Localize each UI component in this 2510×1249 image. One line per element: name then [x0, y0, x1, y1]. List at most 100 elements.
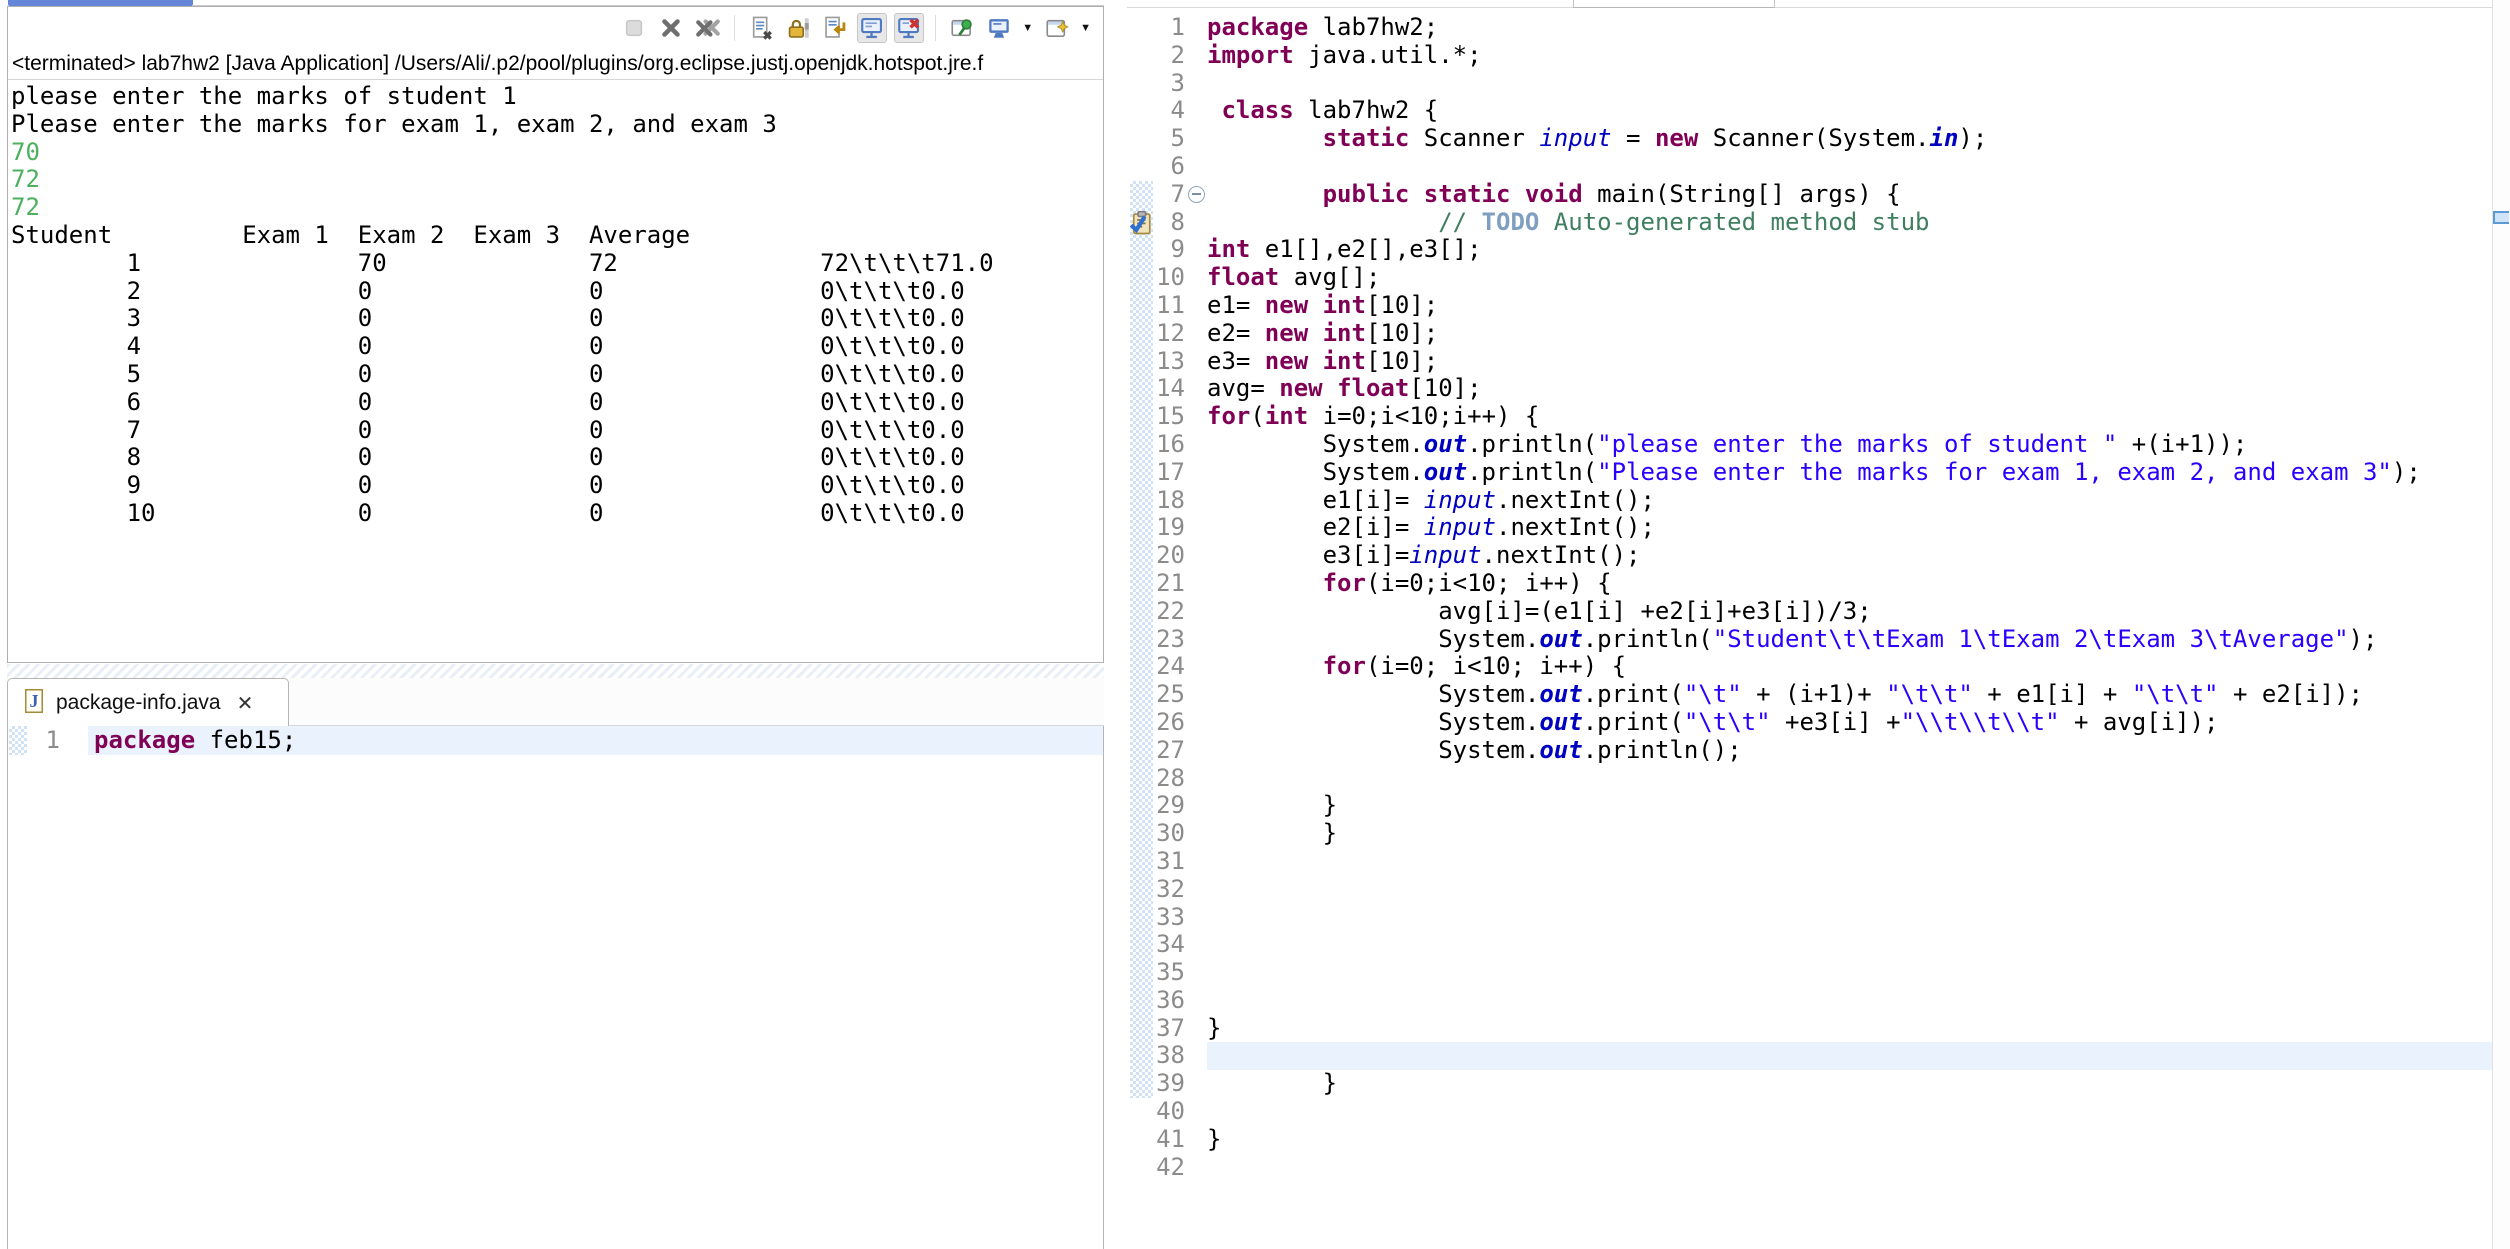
code-text[interactable]: [1207, 70, 2492, 98]
code-text[interactable]: for(i=0; i<10; i++) {: [1207, 653, 2492, 681]
code-text[interactable]: package lab7hw2;: [1207, 14, 2492, 42]
line-number[interactable]: 39: [1153, 1070, 1185, 1098]
code-text[interactable]: import java.util.*;: [1207, 42, 2492, 70]
code-line[interactable]: 28: [1153, 765, 2492, 793]
line-number[interactable]: 4: [1153, 97, 1185, 125]
code-line[interactable]: 16 System.out.println("please enter the …: [1153, 431, 2492, 459]
code-line[interactable]: 22 avg[i]=(e1[i] +e2[i]+e3[i])/3;: [1153, 598, 2492, 626]
code-line[interactable]: 11e1= new int[10];: [1153, 292, 2492, 320]
line-number[interactable]: 20: [1153, 542, 1185, 570]
code-text[interactable]: avg= new float[10];: [1207, 375, 2492, 403]
line-number[interactable]: 14: [1153, 375, 1185, 403]
line-number[interactable]: 15: [1153, 403, 1185, 431]
code-line[interactable]: 35: [1153, 959, 2492, 987]
line-number[interactable]: 34: [1153, 931, 1185, 959]
code-text[interactable]: System.out.println("please enter the mar…: [1207, 431, 2492, 459]
line-number[interactable]: 8: [1153, 209, 1185, 237]
code-line[interactable]: 21 for(i=0;i<10; i++) {: [1153, 570, 2492, 598]
scroll-lock-icon[interactable]: [783, 13, 813, 43]
code-line[interactable]: 2 import java.util.*;: [1153, 42, 2492, 70]
code-text[interactable]: [1207, 959, 2492, 987]
code-line[interactable]: 42: [1153, 1154, 2492, 1182]
console-output[interactable]: please enter the marks of student 1Pleas…: [8, 80, 1103, 528]
chevron-down-icon[interactable]: ▼: [1022, 22, 1033, 34]
code-text[interactable]: e1= new int[10];: [1207, 292, 2492, 320]
horizontal-sash[interactable]: [7, 664, 1104, 678]
code-text[interactable]: [1207, 876, 2492, 904]
code-text[interactable]: // TODO Auto-generated method stub: [1207, 209, 2492, 237]
code-text[interactable]: public static void main(String[] args) {: [1207, 181, 2492, 209]
code-text[interactable]: System.out.println("Student\t\tExam 1\tE…: [1207, 626, 2492, 654]
code-line[interactable]: 20 e3[i]=input.nextInt();: [1153, 542, 2492, 570]
code-text[interactable]: e1[i]= input.nextInt();: [1207, 487, 2492, 515]
tab-package-info-java[interactable]: J package-info.java ✕: [7, 678, 289, 727]
code-line[interactable]: 15 for(int i=0;i<10;i++) {: [1153, 403, 2492, 431]
code-line[interactable]: 34: [1153, 931, 2492, 959]
remove-all-terminated-icon[interactable]: [693, 13, 723, 43]
code-text[interactable]: [1207, 1154, 2492, 1182]
code-text[interactable]: System.out.println("Please enter the mar…: [1207, 459, 2492, 487]
code-line[interactable]: 23 System.out.println("Student\t\tExam 1…: [1153, 626, 2492, 654]
code-text[interactable]: e3[i]=input.nextInt();: [1207, 542, 2492, 570]
code-line[interactable]: 3: [1153, 70, 2492, 98]
line-number[interactable]: 29: [1153, 792, 1185, 820]
line-number[interactable]: 33: [1153, 904, 1185, 932]
code-text[interactable]: }: [1207, 1126, 2492, 1154]
code-text[interactable]: [1207, 848, 2492, 876]
code-text[interactable]: }: [1207, 1015, 2492, 1043]
line-number[interactable]: 31: [1153, 848, 1185, 876]
code-line[interactable]: 12e2= new int[10];: [1153, 320, 2492, 348]
open-console-icon[interactable]: [1042, 13, 1072, 43]
code-text[interactable]: e2[i]= input.nextInt();: [1207, 514, 2492, 542]
line-number[interactable]: 24: [1153, 653, 1185, 681]
line-number[interactable]: 2: [1153, 42, 1185, 70]
code-line[interactable]: 25 System.out.print("\t" + (i+1)+ "\t\t"…: [1153, 681, 2492, 709]
line-number[interactable]: 26: [1153, 709, 1185, 737]
line-number[interactable]: 36: [1153, 987, 1185, 1015]
code-line[interactable]: 33: [1153, 904, 2492, 932]
code-text[interactable]: }: [1207, 820, 2492, 848]
line-number[interactable]: 32: [1153, 876, 1185, 904]
word-wrap-icon[interactable]: [820, 13, 850, 43]
code-text[interactable]: System.out.print("\t" + (i+1)+ "\t\t" + …: [1207, 681, 2492, 709]
code-line[interactable]: 24 for(i=0; i<10; i++) {: [1153, 653, 2492, 681]
code-line[interactable]: 39 }: [1153, 1070, 2492, 1098]
code-text[interactable]: int e1[],e2[],e3[];: [1207, 236, 2492, 264]
line-number[interactable]: 6: [1153, 153, 1185, 181]
code-line[interactable]: 31: [1153, 848, 2492, 876]
line-number[interactable]: 30: [1153, 820, 1185, 848]
code-line[interactable]: 32: [1153, 876, 2492, 904]
code-line[interactable]: 10float avg[];: [1153, 264, 2492, 292]
line-number[interactable]: 40: [1153, 1098, 1185, 1126]
code-line[interactable]: 19 e2[i]= input.nextInt();: [1153, 514, 2492, 542]
code-text[interactable]: [1207, 1098, 2492, 1126]
code-text[interactable]: for(int i=0;i<10;i++) {: [1207, 403, 2492, 431]
code-text[interactable]: avg[i]=(e1[i] +e2[i]+e3[i])/3;: [1207, 598, 2492, 626]
line-number[interactable]: 1: [1153, 14, 1185, 42]
collapse-icon[interactable]: [1188, 186, 1205, 203]
line-number[interactable]: 3: [1153, 70, 1185, 98]
line-number[interactable]: 27: [1153, 737, 1185, 765]
line-number[interactable]: 21: [1153, 570, 1185, 598]
code-line[interactable]: 17 System.out.println("Please enter the …: [1153, 459, 2492, 487]
code-line[interactable]: 13e3= new int[10];: [1153, 348, 2492, 376]
code-text[interactable]: [1207, 765, 2492, 793]
line-number[interactable]: 5: [1153, 125, 1185, 153]
code-line[interactable]: 1 package lab7hw2;: [1153, 14, 2492, 42]
code-text[interactable]: e3= new int[10];: [1207, 348, 2492, 376]
line-number[interactable]: 17: [1153, 459, 1185, 487]
overview-ruler-marker[interactable]: [2493, 211, 2509, 224]
code-text[interactable]: }: [1207, 1070, 2492, 1098]
code-line[interactable]: 29 }: [1153, 792, 2492, 820]
chevron-down-icon[interactable]: ▼: [1080, 22, 1091, 34]
code-text[interactable]: [1207, 1042, 2492, 1070]
close-icon[interactable]: ✕: [237, 691, 254, 716]
code-line[interactable]: 1package feb15;: [8, 726, 1103, 755]
line-number[interactable]: 16: [1153, 431, 1185, 459]
line-number[interactable]: 1: [8, 726, 60, 755]
code-line[interactable]: 26 System.out.print("\t\t" +e3[i] +"\\t\…: [1153, 709, 2492, 737]
code-text[interactable]: }: [1207, 792, 2492, 820]
code-line[interactable]: 27 System.out.println();: [1153, 737, 2492, 765]
code-line[interactable]: 41}: [1153, 1126, 2492, 1154]
fold-column[interactable]: [1185, 181, 1207, 203]
